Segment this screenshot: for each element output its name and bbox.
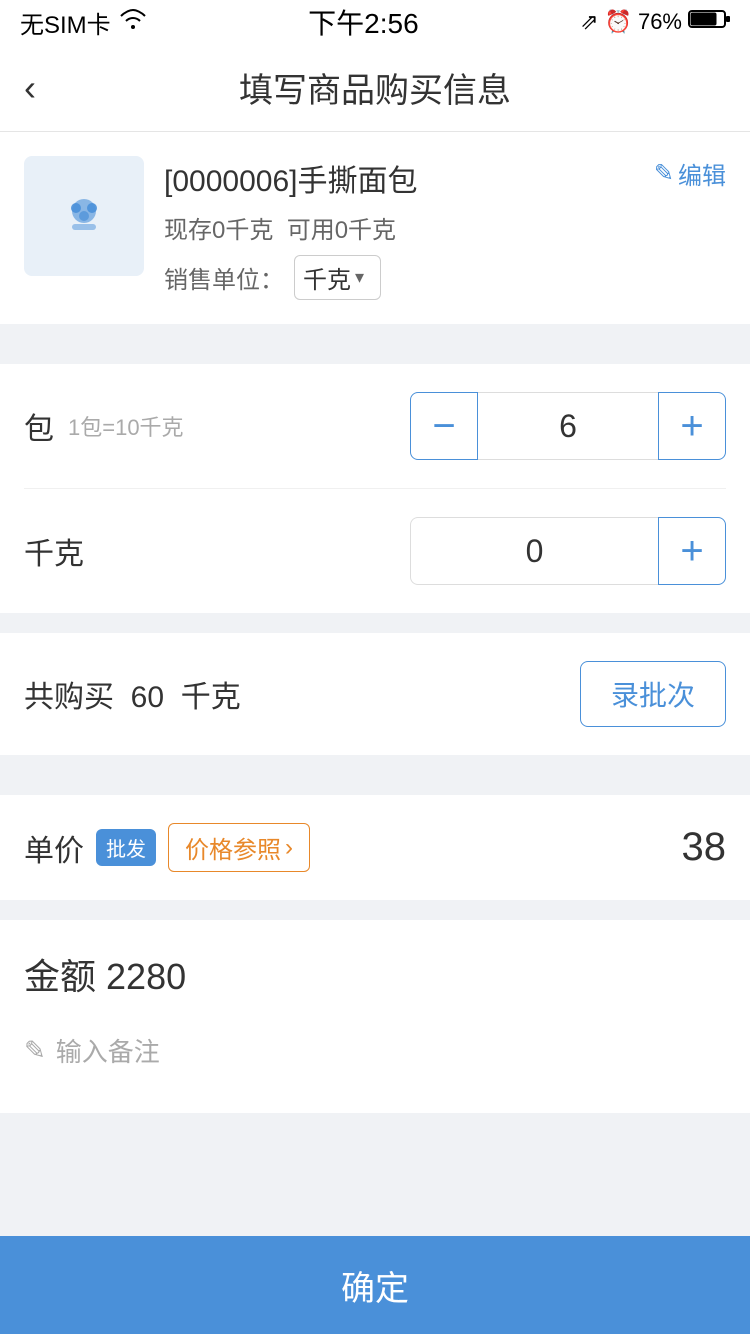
- price-value: 38: [682, 825, 727, 870]
- status-bar: 无SIM卡 下午2:56 ⇗ ⏰ 76%: [0, 0, 750, 44]
- total-row: 共购买 60 千克 录批次: [0, 633, 750, 755]
- main-content: [0000006]手撕面包 ✎ 编辑 现存0千克 可用0千克 销售单位： 千克 …: [0, 132, 750, 1211]
- bag-input-row: 包 1包=10千克 − +: [24, 364, 726, 489]
- status-time: 下午2:56: [308, 2, 419, 42]
- confirm-button[interactable]: 确定: [0, 1236, 750, 1334]
- edit-button[interactable]: ✎ 编辑: [654, 156, 726, 191]
- input-section: 包 1包=10千克 − + 千克 +: [0, 364, 750, 613]
- dropdown-icon: ▾: [355, 267, 364, 288]
- remark-placeholder: 输入备注: [56, 1032, 160, 1069]
- separator-3: [0, 755, 750, 775]
- page-title: 填写商品购买信息: [239, 63, 511, 112]
- carrier-text: 无SIM卡: [20, 5, 111, 40]
- amount-label: 金额 2280: [24, 948, 726, 1000]
- nav-bar: ‹ 填写商品购买信息: [0, 44, 750, 132]
- product-card: [0000006]手撕面包 ✎ 编辑 现存0千克 可用0千克 销售单位： 千克 …: [0, 132, 750, 324]
- remark-icon: ✎: [24, 1035, 46, 1066]
- product-image: [24, 156, 144, 276]
- unit-select[interactable]: 千克 ▾: [294, 255, 381, 300]
- separator-4: [0, 900, 750, 920]
- product-unit: 销售单位： 千克 ▾: [164, 255, 726, 300]
- total-text: 共购买 60 千克: [24, 672, 241, 716]
- bag-plus-button[interactable]: +: [658, 392, 726, 460]
- price-ref-icon: ›: [285, 834, 293, 862]
- price-ref-button[interactable]: 价格参照 ›: [168, 823, 310, 872]
- alarm-icon: ⏰: [605, 9, 632, 35]
- wifi-icon: [119, 8, 147, 36]
- unit-value: 千克: [303, 260, 351, 295]
- price-ref-label: 价格参照: [185, 830, 281, 865]
- confirm-label: 确定: [341, 1261, 409, 1310]
- bag-minus-button[interactable]: −: [410, 392, 478, 460]
- battery-icon: [688, 9, 730, 35]
- status-right: ⇗ ⏰ 76%: [580, 9, 730, 35]
- separator-2: [0, 613, 750, 633]
- battery-text: 76%: [638, 9, 682, 35]
- location-icon: ⇗: [580, 9, 598, 35]
- edit-icon: ✎: [654, 159, 674, 188]
- bag-input[interactable]: [478, 392, 658, 460]
- edit-label: 编辑: [678, 156, 726, 191]
- total-value: 60: [131, 681, 164, 714]
- amount-value: 2280: [106, 956, 186, 997]
- price-tag: 批发: [96, 829, 156, 866]
- price-left: 单价 批发 价格参照 ›: [24, 823, 310, 872]
- kg-label: 千克: [24, 529, 84, 573]
- status-left: 无SIM卡: [20, 5, 147, 40]
- kg-input-row: 千克 +: [24, 489, 726, 613]
- price-label: 单价: [24, 826, 84, 870]
- separator-1: [0, 344, 750, 364]
- kg-input[interactable]: [410, 517, 658, 585]
- back-button[interactable]: ‹: [24, 67, 36, 109]
- kg-plus-button[interactable]: +: [658, 517, 726, 585]
- product-info: [0000006]手撕面包 ✎ 编辑 现存0千克 可用0千克 销售单位： 千克 …: [164, 156, 726, 300]
- product-stock: 现存0千克 可用0千克: [164, 210, 726, 245]
- price-section: 单价 批发 价格参照 › 38: [0, 795, 750, 900]
- bag-label: 包 1包=10千克: [24, 404, 184, 448]
- product-name: [0000006]手撕面包: [164, 156, 417, 200]
- batch-button[interactable]: 录批次: [580, 661, 726, 727]
- bag-hint: 1包=10千克: [68, 410, 184, 442]
- amount-section: 金额 2280 ✎ 输入备注: [0, 920, 750, 1113]
- kg-controls: +: [410, 517, 726, 585]
- bag-controls: − +: [410, 392, 726, 460]
- remark-row[interactable]: ✎ 输入备注: [24, 1016, 726, 1085]
